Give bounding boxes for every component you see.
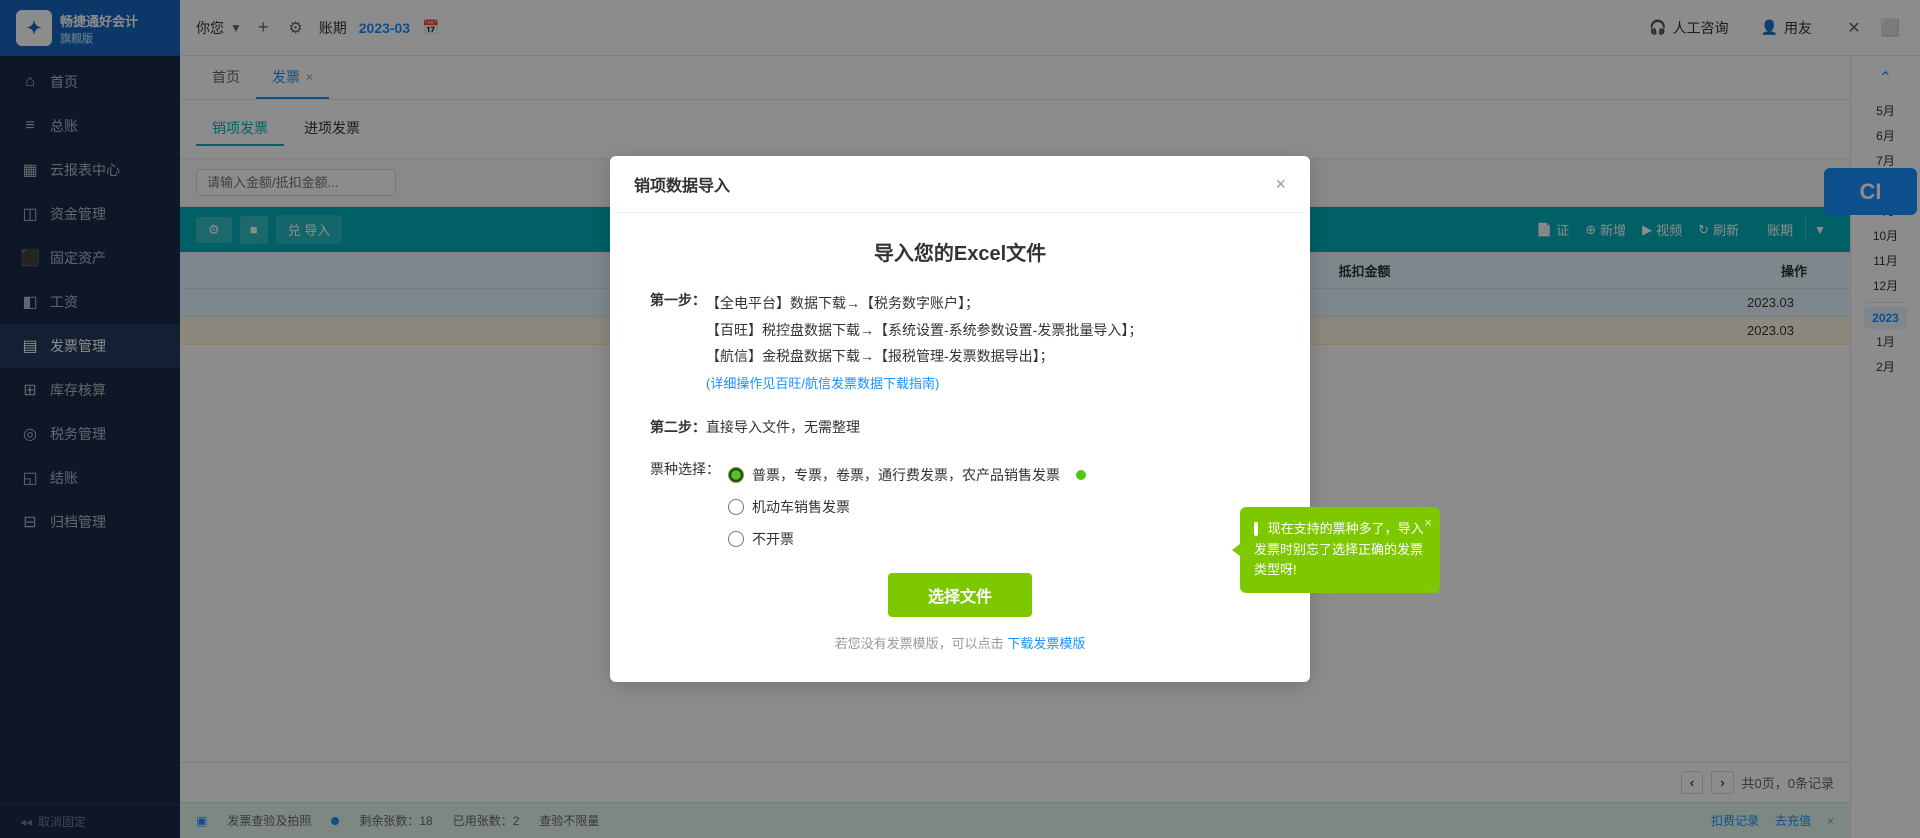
- modal-header: 销项数据导入 ×: [610, 156, 1310, 213]
- tooltip-bubble: 现在支持的票种多了，导入发票时别忘了选择正确的发票类型呀! ×: [1240, 507, 1440, 593]
- modal-close-button[interactable]: ×: [1275, 174, 1286, 195]
- modal-body: 导入您的Excel文件 第一步： 【全电平台】数据下载→【税务数字账户】； 【百…: [610, 213, 1310, 681]
- step1-line1: 【全电平台】数据下载→【税务数字账户】；: [706, 290, 1142, 317]
- step1-line2: 【百旺】税控盘数据下载→【系统设置-系统参数设置-发票批量导入】；: [706, 317, 1142, 344]
- step2-label: 第二步：: [650, 417, 706, 437]
- step-2: 第二步： 直接导入文件，无需整理: [650, 417, 1270, 437]
- tooltip-accent: [1254, 522, 1258, 536]
- download-template-link[interactable]: 下载发票模版: [1007, 636, 1085, 651]
- step1-label: 第一步：: [650, 290, 706, 310]
- step1-lines: 【全电平台】数据下载→【税务数字账户】； 【百旺】税控盘数据下载→【系统设置-系…: [706, 290, 1142, 396]
- step1-link: (详细操作见百旺/航信发票数据下载指南): [706, 370, 1142, 397]
- modal-title: 销项数据导入: [634, 172, 730, 196]
- radio-label: 票种选择：: [650, 457, 720, 479]
- step1-guide-link[interactable]: (详细操作见百旺/航信发票数据下载指南): [706, 376, 939, 391]
- radio-option-2[interactable]: 机动车销售发票: [728, 497, 1270, 517]
- import-modal: 销项数据导入 × 导入您的Excel文件 第一步： 【全电平台】数据下载→【税务…: [610, 156, 1310, 681]
- step2-text: 直接导入文件，无需整理: [706, 417, 860, 437]
- step1-content: 第一步： 【全电平台】数据下载→【税务数字账户】； 【百旺】税控盘数据下载→【系…: [650, 290, 1270, 396]
- radio-input-2[interactable]: [728, 499, 744, 515]
- radio-option-1[interactable]: 普票，专票，卷票，通行费发票，农产品销售发票: [728, 465, 1270, 485]
- download-hint: 若您没有发票模版，可以点击 下载发票模版: [650, 633, 1270, 652]
- radio-input-1[interactable]: [728, 467, 744, 483]
- radio-section: 票种选择： 普票，专票，卷票，通行费发票，农产品销售发票 机动车销售发票 不开票: [650, 457, 1270, 549]
- radio-option-3[interactable]: 不开票: [728, 529, 1270, 549]
- radio-dot-indicator: [1076, 470, 1086, 480]
- modal-main-title: 导入您的Excel文件: [650, 237, 1270, 266]
- tooltip-close-button[interactable]: ×: [1424, 513, 1432, 534]
- step-1: 第一步： 【全电平台】数据下载→【税务数字账户】； 【百旺】税控盘数据下载→【系…: [650, 290, 1270, 396]
- select-file-button[interactable]: 选择文件: [888, 573, 1032, 617]
- radio-group: 普票，专票，卷票，通行费发票，农产品销售发票 机动车销售发票 不开票: [728, 465, 1270, 549]
- step1-line3: 【航信】金税盘数据下载→【报税管理-发票数据导出】；: [706, 343, 1142, 370]
- radio-input-3[interactable]: [728, 531, 744, 547]
- modal-overlay: 销项数据导入 × 导入您的Excel文件 第一步： 【全电平台】数据下载→【税务…: [0, 0, 1920, 838]
